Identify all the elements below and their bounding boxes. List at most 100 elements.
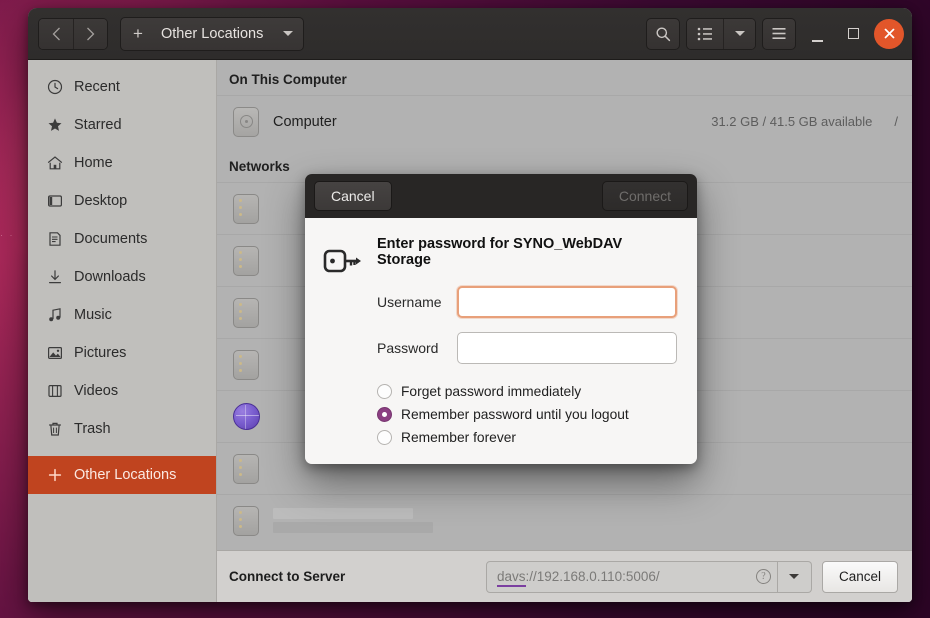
username-label: Username [377, 294, 442, 310]
hamburger-menu-icon [772, 28, 786, 39]
sidebar-item-label: Desktop [74, 193, 128, 209]
dialog-connect-button[interactable]: Connect [601, 181, 688, 211]
desktop-icon [46, 193, 63, 210]
sidebar-item-starred[interactable]: Starred [28, 106, 216, 144]
list-view-button[interactable] [687, 18, 723, 49]
row-name-redacted [263, 508, 443, 533]
server-address-scheme: davs [496, 569, 526, 587]
home-icon [46, 155, 63, 172]
trash-icon [46, 421, 63, 438]
server-address-value: davs://192.168.0.110:5006/ [496, 569, 660, 587]
list-view-icon [697, 27, 712, 40]
plus-icon [46, 467, 63, 484]
sidebar-item-label: Recent [74, 79, 120, 95]
sidebar-item-label: Documents [74, 231, 148, 247]
radio-remember-until-logout[interactable]: Remember password until you logout [377, 403, 677, 426]
password-row: Password [377, 332, 677, 364]
sidebar-item-label: Other Locations [74, 467, 177, 483]
plus-icon[interactable]: + [123, 18, 153, 50]
sidebar-item-label: Videos [74, 383, 119, 399]
sidebar-item-recent[interactable]: Recent [28, 68, 216, 106]
path-bar[interactable]: + Other Locations [120, 16, 305, 51]
maximize-button[interactable] [838, 19, 868, 49]
chevron-right-icon [87, 27, 95, 40]
headerbar-left: + Other Locations [38, 16, 305, 51]
sidebar-item-label: Pictures [74, 345, 127, 361]
path-label: Other Locations [161, 25, 264, 42]
minimize-icon [811, 39, 823, 42]
username-input[interactable] [457, 286, 677, 318]
sidebar-item-pictures[interactable]: Pictures [28, 334, 216, 372]
radio-label: Remember password until you logout [401, 407, 629, 422]
server-icon [229, 349, 263, 380]
files-window: + Other Locations Recent Starred Home De… [28, 8, 912, 602]
password-retention-options: Forget password immediately Remember pas… [377, 380, 677, 449]
close-icon [884, 28, 894, 39]
clock-icon [46, 79, 63, 96]
chevron-down-icon [734, 31, 745, 36]
dialog-cancel-button[interactable]: Cancel [314, 181, 392, 211]
radio-icon-selected [377, 407, 392, 422]
sidebar-item-music[interactable]: Music [28, 296, 216, 334]
window-headerbar: + Other Locations [28, 8, 912, 60]
connect-to-server-label: Connect to Server [229, 569, 346, 584]
sidebar-item-videos[interactable]: Videos [28, 372, 216, 410]
server-icon [229, 193, 263, 224]
password-label: Password [377, 340, 439, 356]
music-icon [46, 307, 63, 324]
server-address-rest: ://192.168.0.110:5006/ [525, 569, 660, 584]
table-row[interactable]: Computer 31.2 GB / 41.5 GB available / [217, 95, 912, 147]
document-icon [46, 231, 63, 248]
video-icon [46, 383, 63, 400]
connect-cancel-button[interactable]: Cancel [821, 560, 898, 593]
sidebar-item-label: Trash [74, 421, 111, 437]
radio-label: Remember forever [401, 430, 517, 445]
radio-icon [377, 430, 392, 445]
server-address-dropdown-button[interactable] [777, 560, 812, 593]
server-address-input[interactable]: davs://192.168.0.110:5006/ ? [485, 560, 778, 593]
main-menu-button[interactable] [762, 17, 796, 50]
sidebar-item-downloads[interactable]: Downloads [28, 258, 216, 296]
chevron-down-icon [283, 31, 294, 36]
server-icon [229, 245, 263, 276]
sidebar-item-label: Starred [74, 117, 122, 133]
server-icon [229, 297, 263, 328]
sidebar-item-desktop[interactable]: Desktop [28, 182, 216, 220]
view-options-button[interactable] [723, 18, 755, 49]
chevron-left-icon [52, 27, 60, 40]
group-header-on-this-computer: On This Computer [229, 72, 347, 87]
radio-icon [377, 384, 392, 399]
server-icon [229, 505, 263, 536]
sidebar-item-label: Home [74, 155, 113, 171]
dialog-body: Enter password for SYNO_WebDAV Storage U… [305, 218, 697, 464]
sidebar-item-documents[interactable]: Documents [28, 220, 216, 258]
server-address-group: davs://192.168.0.110:5006/ ? [485, 560, 812, 593]
sidebar-item-other-locations[interactable]: Other Locations [28, 456, 216, 494]
row-name: Computer [273, 113, 337, 130]
dialog-title: Enter password for SYNO_WebDAV Storage [377, 236, 623, 268]
search-button[interactable] [646, 17, 680, 50]
navigation-buttons [38, 17, 108, 50]
chevron-down-icon [789, 574, 800, 579]
minimize-button[interactable] [802, 19, 832, 49]
radio-forget-immediately[interactable]: Forget password immediately [377, 380, 677, 403]
view-mode-group [686, 17, 756, 50]
sidebar-item-trash[interactable]: Trash [28, 410, 216, 448]
table-row[interactable] [217, 494, 912, 546]
forward-button[interactable] [73, 18, 107, 49]
password-input[interactable] [457, 332, 677, 364]
path-dropdown-button[interactable] [277, 18, 299, 50]
sidebar-item-home[interactable]: Home [28, 144, 216, 182]
back-button[interactable] [39, 18, 73, 49]
dialog-form: Enter password for SYNO_WebDAV Storage U… [377, 234, 677, 450]
download-icon [46, 269, 63, 286]
radio-remember-forever[interactable]: Remember forever [377, 426, 677, 449]
star-icon [46, 117, 63, 134]
radio-label: Forget password immediately [401, 384, 582, 399]
drive-icon [229, 106, 263, 137]
headerbar-right [646, 17, 904, 50]
sidebar-item-label: Music [74, 307, 112, 323]
close-button[interactable] [874, 18, 904, 49]
wallpaper-dots: · · [0, 230, 15, 240]
help-icon[interactable]: ? [755, 569, 771, 584]
